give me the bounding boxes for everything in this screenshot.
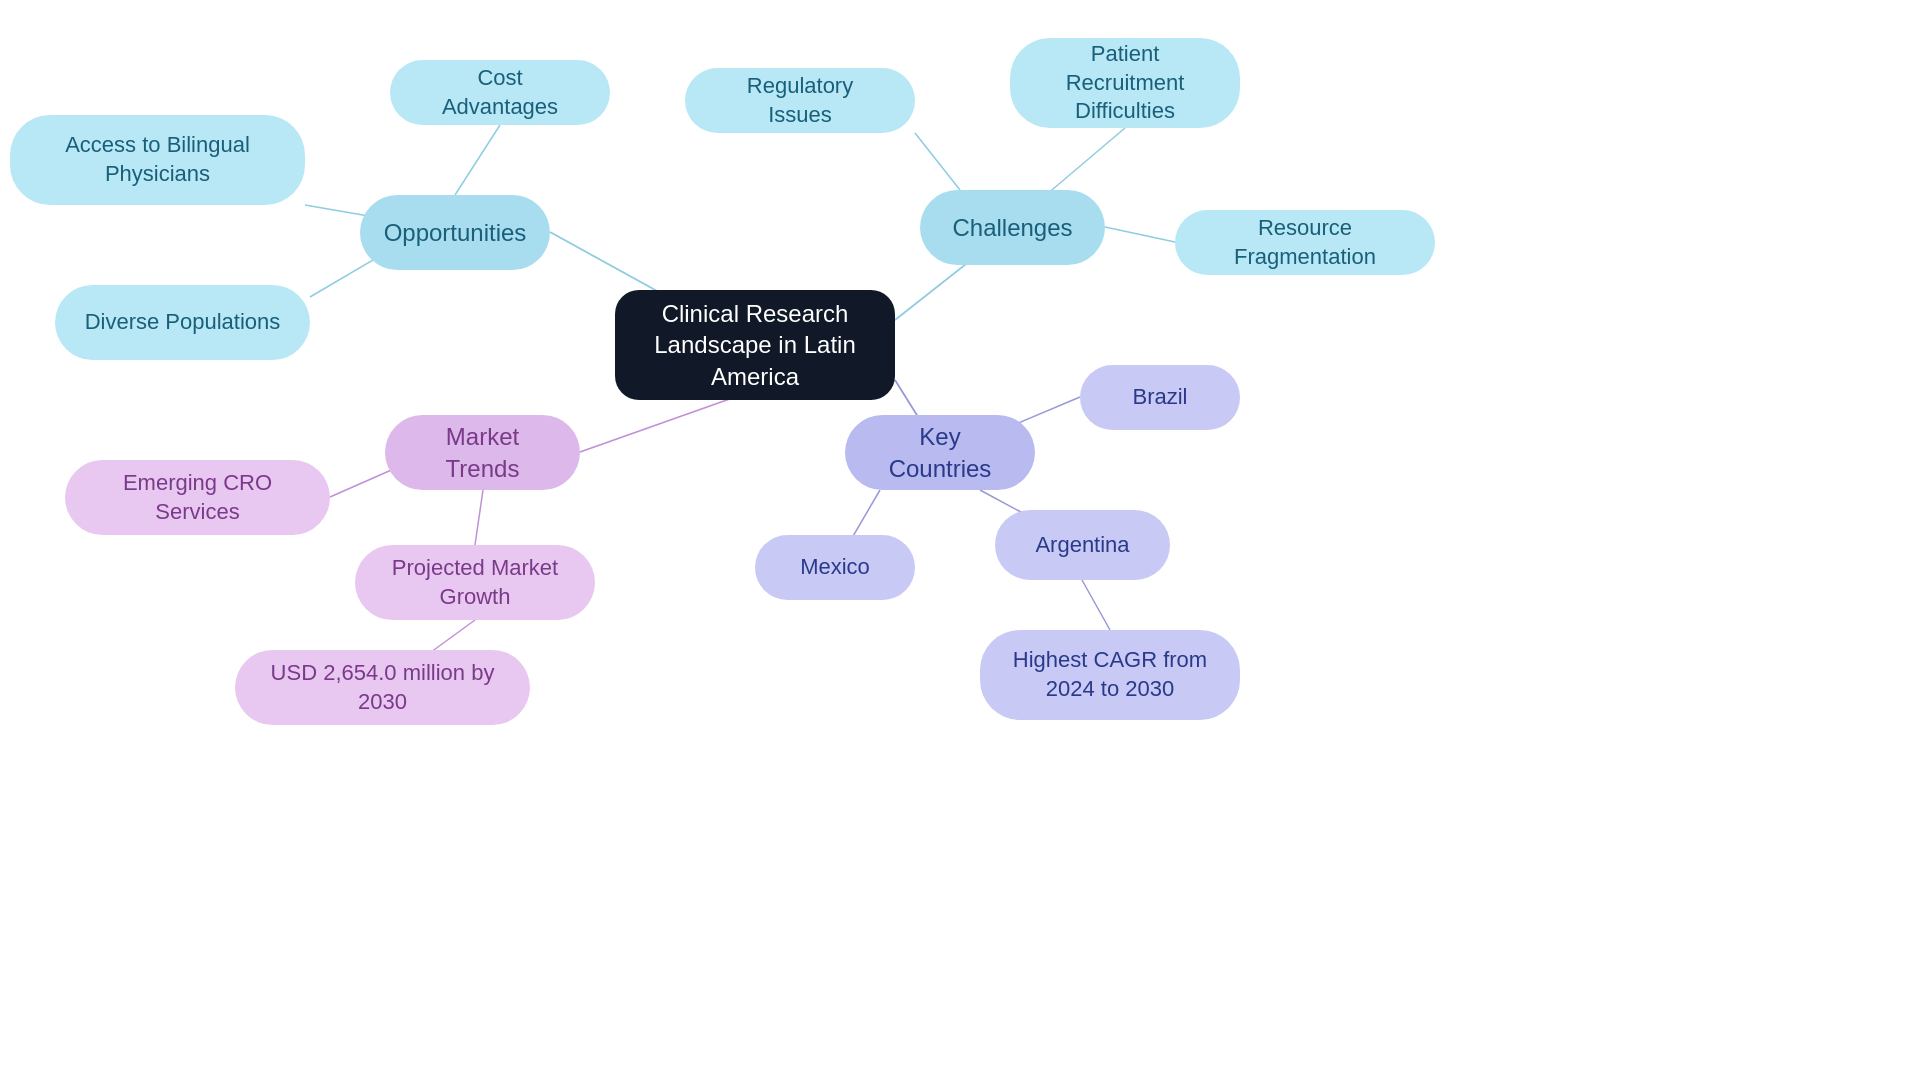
bilingual-physicians-label: Access to Bilingual Physicians [38, 131, 277, 188]
mexico-label: Mexico [800, 553, 870, 582]
resource-fragmentation-node: Resource Fragmentation [1175, 210, 1435, 275]
key-countries-node: Key Countries [845, 415, 1035, 490]
mexico-node: Mexico [755, 535, 915, 600]
challenges-label: Challenges [952, 212, 1072, 243]
diverse-populations-label: Diverse Populations [85, 308, 281, 337]
resource-fragmentation-label: Resource Fragmentation [1203, 214, 1407, 271]
svg-line-1 [455, 125, 500, 195]
emerging-cro-label: Emerging CRO Services [93, 469, 302, 526]
patient-recruitment-node: Patient Recruitment Difficulties [1010, 38, 1240, 128]
usd-value-node: USD 2,654.0 million by 2030 [235, 650, 530, 725]
brazil-node: Brazil [1080, 365, 1240, 430]
cost-advantages-node: Cost Advantages [390, 60, 610, 125]
projected-growth-label: Projected Market Growth [383, 554, 567, 611]
regulatory-issues-label: Regulatory Issues [713, 72, 887, 129]
opportunities-label: Opportunities [384, 217, 527, 248]
challenges-node: Challenges [920, 190, 1105, 265]
argentina-node: Argentina [995, 510, 1170, 580]
svg-line-5 [915, 133, 960, 190]
brazil-label: Brazil [1132, 383, 1187, 412]
highest-cagr-node: Highest CAGR from 2024 to 2030 [980, 630, 1240, 720]
market-trends-label: Market Trends [413, 421, 552, 483]
opportunities-node: Opportunities [360, 195, 550, 270]
highest-cagr-label: Highest CAGR from 2024 to 2030 [1008, 646, 1212, 703]
svg-line-10 [475, 490, 483, 545]
argentina-label: Argentina [1035, 531, 1129, 560]
emerging-cro-node: Emerging CRO Services [65, 460, 330, 535]
market-trends-node: Market Trends [385, 415, 580, 490]
key-countries-label: Key Countries [873, 421, 1007, 483]
center-label: Clinical Research Landscape in Latin Ame… [643, 298, 867, 392]
projected-growth-node: Projected Market Growth [355, 545, 595, 620]
diverse-populations-node: Diverse Populations [55, 285, 310, 360]
usd-value-label: USD 2,654.0 million by 2030 [263, 659, 502, 716]
svg-line-16 [1082, 580, 1110, 630]
center-node: Clinical Research Landscape in Latin Ame… [615, 290, 895, 400]
bilingual-physicians-node: Access to Bilingual Physicians [10, 115, 305, 205]
cost-advantages-label: Cost Advantages [418, 64, 582, 121]
patient-recruitment-label: Patient Recruitment Difficulties [1038, 40, 1212, 126]
svg-line-7 [1105, 227, 1175, 242]
regulatory-issues-node: Regulatory Issues [685, 68, 915, 133]
